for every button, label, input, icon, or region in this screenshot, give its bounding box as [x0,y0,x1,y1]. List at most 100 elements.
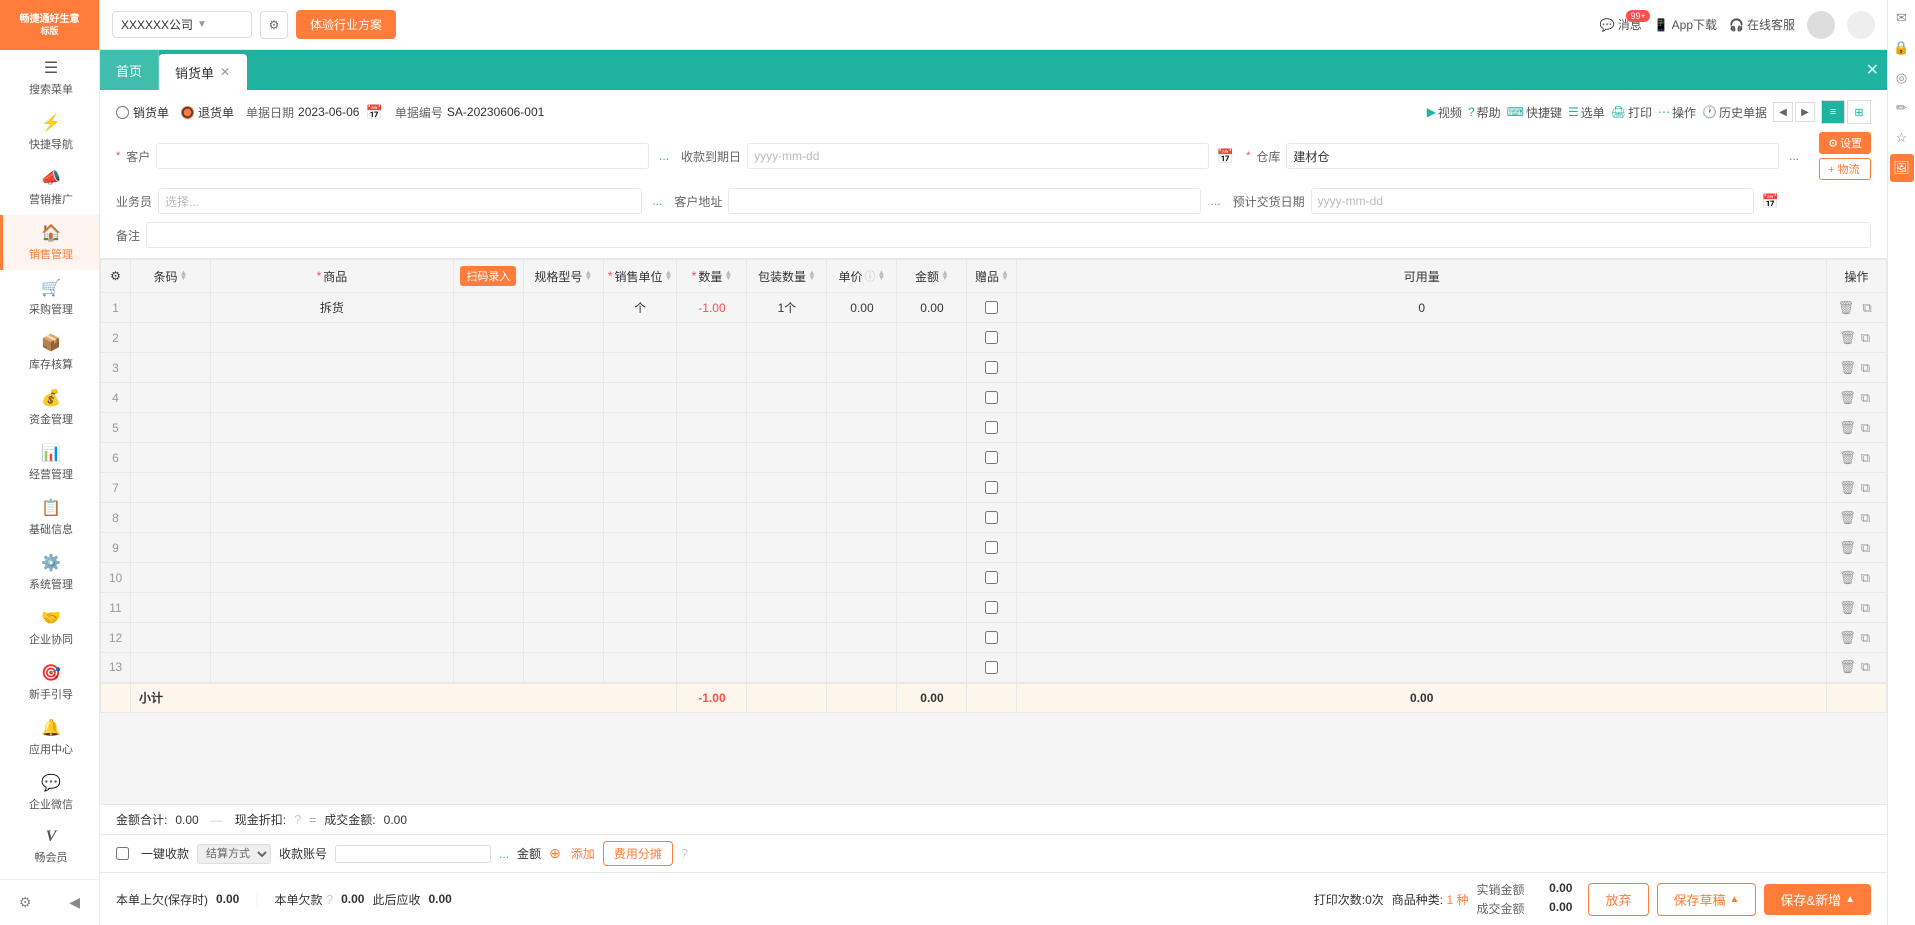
sidebar-item-system[interactable]: ⚙️ 系统管理 [0,545,99,600]
copy-btn[interactable]: ⧉ [1857,449,1875,467]
salesperson-input[interactable]: 选择... [158,188,642,214]
delete-btn[interactable]: 🗑 [1839,599,1857,617]
video-action[interactable]: ▶ 视频 [1427,104,1462,121]
save-new-button[interactable]: 保存&新增 ▲ [1764,884,1871,915]
delete-btn[interactable]: 🗑 [1839,509,1857,527]
delete-btn[interactable]: 🗑 [1839,479,1857,497]
sidebar-item-purchase[interactable]: 🛒 采购管理 [0,270,99,325]
right-panel-lock-btn[interactable]: 🔒 [1890,34,1914,62]
sidebar-item-apps[interactable]: 🔔 应用中心 [0,710,99,765]
delete-btn[interactable]: 🗑 [1839,569,1857,587]
sidebar-item-enterprise[interactable]: 🤝 企业协同 [0,600,99,655]
copy-btn[interactable]: ⧉ [1857,539,1875,557]
sidebar-item-wechat[interactable]: 💬 企业微信 [0,765,99,820]
date-calendar-icon[interactable]: 📅 [365,104,382,121]
add-btn[interactable]: 添加 [571,845,595,862]
trial-button[interactable]: 体验行业方案 [296,10,396,39]
copy-btn[interactable]: ⧉ [1857,569,1875,587]
customer-dots[interactable]: ... [659,149,669,163]
sidebar-item-search[interactable]: ☰ 搜索菜单 [0,50,99,105]
sidebar-item-operation[interactable]: 📊 经营管理 [0,435,99,490]
col-gift-header[interactable]: 赠品▲▼ [967,260,1017,293]
history-action[interactable]: 🕐 历史单据 [1702,104,1767,121]
gift-checkbox-1[interactable] [985,301,998,314]
gift-checkbox[interactable] [985,511,998,524]
warehouse-dots[interactable]: ... [1789,149,1799,163]
settlement-method-select[interactable]: 结算方式 [197,844,271,864]
gift-checkbox[interactable] [985,661,998,674]
customer-addr-input[interactable] [728,188,1200,214]
operation-action[interactable]: ⋯ 操作 [1658,104,1696,121]
grid-view-btn[interactable]: ⊞ [1847,100,1871,124]
copy-btn[interactable]: ⧉ [1857,658,1875,676]
nav-prev[interactable]: ◀ [1773,102,1793,122]
account-input[interactable] [335,845,491,863]
help-action[interactable]: ? 帮助 [1468,104,1501,121]
cash-discount-help-icon[interactable]: ? [294,812,301,827]
right-panel-target-btn[interactable]: ◎ [1890,64,1914,92]
print-action[interactable]: 🖨 打印 [1611,104,1652,121]
expected-delivery-calendar-icon[interactable]: 📅 [1762,193,1779,210]
col-settings-header[interactable]: ⚙ [101,260,131,293]
delete-btn[interactable]: 🗑 [1839,629,1857,647]
gift-checkbox[interactable] [985,331,998,344]
gift-checkbox[interactable] [985,361,998,374]
delete-btn[interactable]: 🗑 [1839,359,1857,377]
unitprice-1[interactable]: 0.00 [827,293,897,323]
barcode-1[interactable] [131,293,211,323]
logistics-btn[interactable]: + 物流 [1819,158,1871,180]
settings-gear-btn[interactable]: ⚙ [260,11,288,39]
tab-close-window-icon[interactable]: ✕ [1866,60,1879,80]
gift-checkbox[interactable] [985,601,998,614]
user-avatar[interactable] [1807,11,1835,39]
online-service-btn[interactable]: 🎧 在线客服 [1729,16,1795,33]
right-panel-edit-btn[interactable]: ✏ [1890,94,1914,122]
radio-sales-order-input[interactable] [116,106,129,119]
gift-1[interactable] [967,293,1017,323]
copy-btn-1[interactable]: ⧉ [1858,299,1876,317]
col-product-header[interactable]: *商品 [211,260,454,293]
col-amount-header[interactable]: 金额▲▼ [897,260,967,293]
copy-btn[interactable]: ⧉ [1857,479,1875,497]
fee-split-help-icon[interactable]: ? [681,846,688,861]
sidebar-item-guide[interactable]: 🎯 新手引导 [0,655,99,710]
radio-sales-order[interactable]: 销货单 [116,104,169,121]
copy-btn[interactable]: ⧉ [1857,329,1875,347]
gift-checkbox[interactable] [985,451,998,464]
scan-btn[interactable]: 扫码录入 [460,266,516,286]
sidebar-item-marketing[interactable]: 📣 营销推广 [0,160,99,215]
tab-close-icon[interactable]: ✕ [220,65,230,79]
nav-next[interactable]: ▶ [1795,102,1815,122]
col-qty-header[interactable]: *数量▲▼ [677,260,747,293]
gift-checkbox[interactable] [985,541,998,554]
salesperson-dots[interactable]: ... [652,194,662,208]
col-unitprice-header[interactable]: 单价ⓘ▲▼ [827,260,897,293]
sidebar-item-basic[interactable]: 📋 基础信息 [0,490,99,545]
gift-checkbox[interactable] [985,481,998,494]
sidebar-collapse-btn[interactable]: ◀ [61,886,88,919]
copy-btn[interactable]: ⧉ [1857,359,1875,377]
company-selector[interactable]: XXXXXX公司 ▼ [112,11,252,38]
gift-checkbox[interactable] [985,421,998,434]
table-container[interactable]: ⚙ 条码▲▼ *商品 扫码录入 规格型号▲▼ [100,259,1887,804]
gift-checkbox[interactable] [985,571,998,584]
right-panel-star-btn[interactable]: ☆ [1890,124,1914,152]
sidebar-item-inventory[interactable]: 📦 库存核算 [0,325,99,380]
one-click-payment-checkbox[interactable] [116,847,129,860]
sidebar-item-member[interactable]: V 畅会员 [0,820,99,873]
col-spec-header[interactable]: 规格型号▲▼ [523,260,603,293]
fee-split-btn[interactable]: 费用分摊 [603,841,673,866]
delete-btn[interactable]: 🗑 [1839,329,1857,347]
bill-deficit-help-icon[interactable]: ? [326,892,333,907]
copy-btn[interactable]: ⧉ [1857,629,1875,647]
spec-1[interactable] [523,293,603,323]
sidebar-settings-btn[interactable]: ⚙ [11,886,40,919]
copy-btn[interactable]: ⧉ [1857,419,1875,437]
notes-input[interactable] [146,222,1871,248]
settings-btn[interactable]: ⚙ 设置 [1819,132,1871,154]
sidebar-item-shortcut[interactable]: ⚡ 快捷导航 [0,105,99,160]
delete-btn[interactable]: 🗑 [1839,449,1857,467]
customer-addr-dots[interactable]: ... [1211,194,1221,208]
copy-btn[interactable]: ⧉ [1857,509,1875,527]
sidebar-item-capital[interactable]: 💰 资金管理 [0,380,99,435]
